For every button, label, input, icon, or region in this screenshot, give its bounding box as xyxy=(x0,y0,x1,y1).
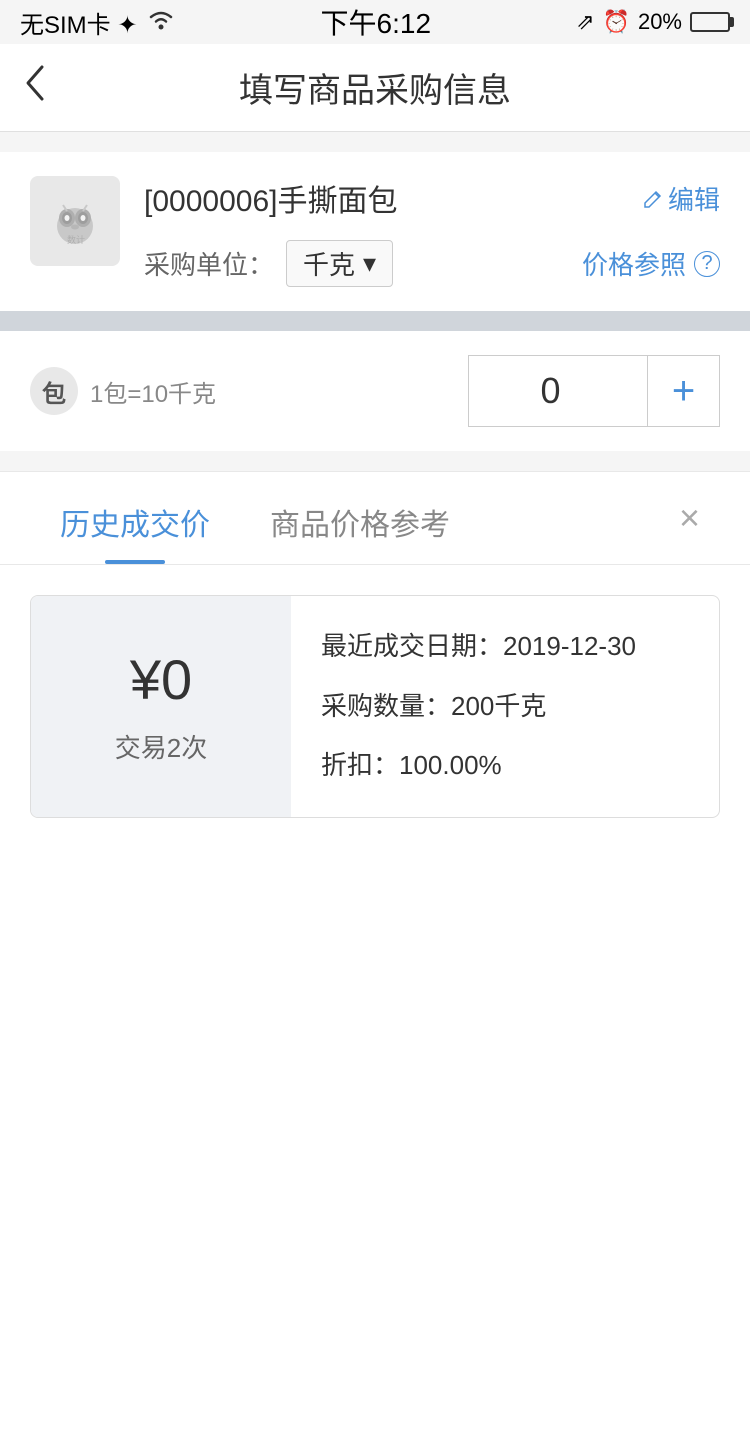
edit-label: 编辑 xyxy=(668,180,720,217)
status-left: 无SIM卡 ✦ xyxy=(20,5,175,40)
battery-icon xyxy=(690,12,730,32)
chevron-down-icon: ▾ xyxy=(363,248,376,279)
tabs-close-button[interactable]: × xyxy=(659,477,720,559)
price-details: 最近成交日期：2019-12-30 采购数量：200千克 折扣：100.00% xyxy=(291,596,719,817)
recent-date-value: 2019-12-30 xyxy=(503,631,636,661)
product-thumbnail: 数计 xyxy=(30,176,120,266)
recent-date-label: 最近成交日期： xyxy=(321,631,503,661)
back-button[interactable] xyxy=(24,63,48,112)
quantity-row-detail: 采购数量：200千克 xyxy=(321,686,689,728)
product-card: 数计 [0000006]手撕面包 编辑 采购单位： 千克 ▾ xyxy=(0,152,750,311)
page-title: 填写商品采购信息 xyxy=(239,63,511,112)
product-title-row: [0000006]手撕面包 编辑 xyxy=(144,176,720,220)
edit-button[interactable]: 编辑 xyxy=(642,180,720,217)
discount-label: 折扣： xyxy=(321,750,399,780)
history-price-card: ¥0 交易2次 最近成交日期：2019-12-30 采购数量：200千克 折扣：… xyxy=(30,595,720,818)
quantity-input[interactable] xyxy=(468,355,648,427)
price-summary: ¥0 交易2次 xyxy=(31,596,291,817)
discount-row: 折扣：100.00% xyxy=(321,745,689,787)
tabs-header: 历史成交价 商品价格参考 × xyxy=(0,472,750,565)
price-ref-label: 价格参照 xyxy=(582,245,686,282)
unit-label: 采购单位： xyxy=(144,245,274,282)
quantity-row: 包 1包=10千克 + xyxy=(0,331,750,451)
wifi-icon xyxy=(147,8,175,37)
tabs-section: 历史成交价 商品价格参考 × ¥0 交易2次 最近成交日期：2019-12-30… xyxy=(0,471,750,1448)
alarm-icon: ⏰ xyxy=(603,9,630,35)
status-bar: 无SIM卡 ✦ 下午6:12 ⇗ ⏰ 20% xyxy=(0,0,750,44)
tab-product-price-ref[interactable]: 商品价格参考 xyxy=(240,472,480,564)
unit-select-dropdown[interactable]: 千克 ▾ xyxy=(286,240,393,287)
trade-count: 交易2次 xyxy=(115,728,207,765)
price-amount: ¥0 xyxy=(130,647,192,712)
product-name: [0000006]手撕面包 xyxy=(144,176,397,220)
quantity-control: + xyxy=(468,355,720,427)
battery-percent: 20% xyxy=(638,9,682,35)
svg-text:数计: 数计 xyxy=(67,234,85,245)
question-icon: ? xyxy=(694,251,720,277)
tab-history-price[interactable]: 历史成交价 xyxy=(30,472,240,564)
status-right: ⇗ ⏰ 20% xyxy=(576,9,730,35)
quantity-value: 200千克 xyxy=(451,691,546,721)
unit-value: 千克 xyxy=(303,245,355,282)
bottom-background xyxy=(0,848,750,1448)
nav-bar: 填写商品采购信息 xyxy=(0,44,750,132)
product-info: [0000006]手撕面包 编辑 采购单位： 千克 ▾ 价格参照 ? xyxy=(144,176,720,287)
carrier-text: 无SIM卡 ✦ xyxy=(20,5,137,40)
product-unit-row: 采购单位： 千克 ▾ 价格参照 ? xyxy=(144,240,720,287)
price-reference-button[interactable]: 价格参照 ? xyxy=(582,245,720,282)
status-time: 下午6:12 xyxy=(321,2,432,42)
unit-info: 包 1包=10千克 xyxy=(30,367,216,415)
quantity-plus-button[interactable]: + xyxy=(648,355,720,427)
quantity-label: 采购数量： xyxy=(321,691,451,721)
currency-symbol: ¥ xyxy=(130,648,161,711)
unit-conversion: 1包=10千克 xyxy=(90,374,216,409)
discount-value: 100.00% xyxy=(399,750,502,780)
unit-badge: 包 xyxy=(30,367,78,415)
location-icon: ⇗ xyxy=(576,9,594,35)
price-value: 0 xyxy=(161,648,192,711)
recent-date-row: 最近成交日期：2019-12-30 xyxy=(321,626,689,668)
section-divider xyxy=(0,311,750,331)
